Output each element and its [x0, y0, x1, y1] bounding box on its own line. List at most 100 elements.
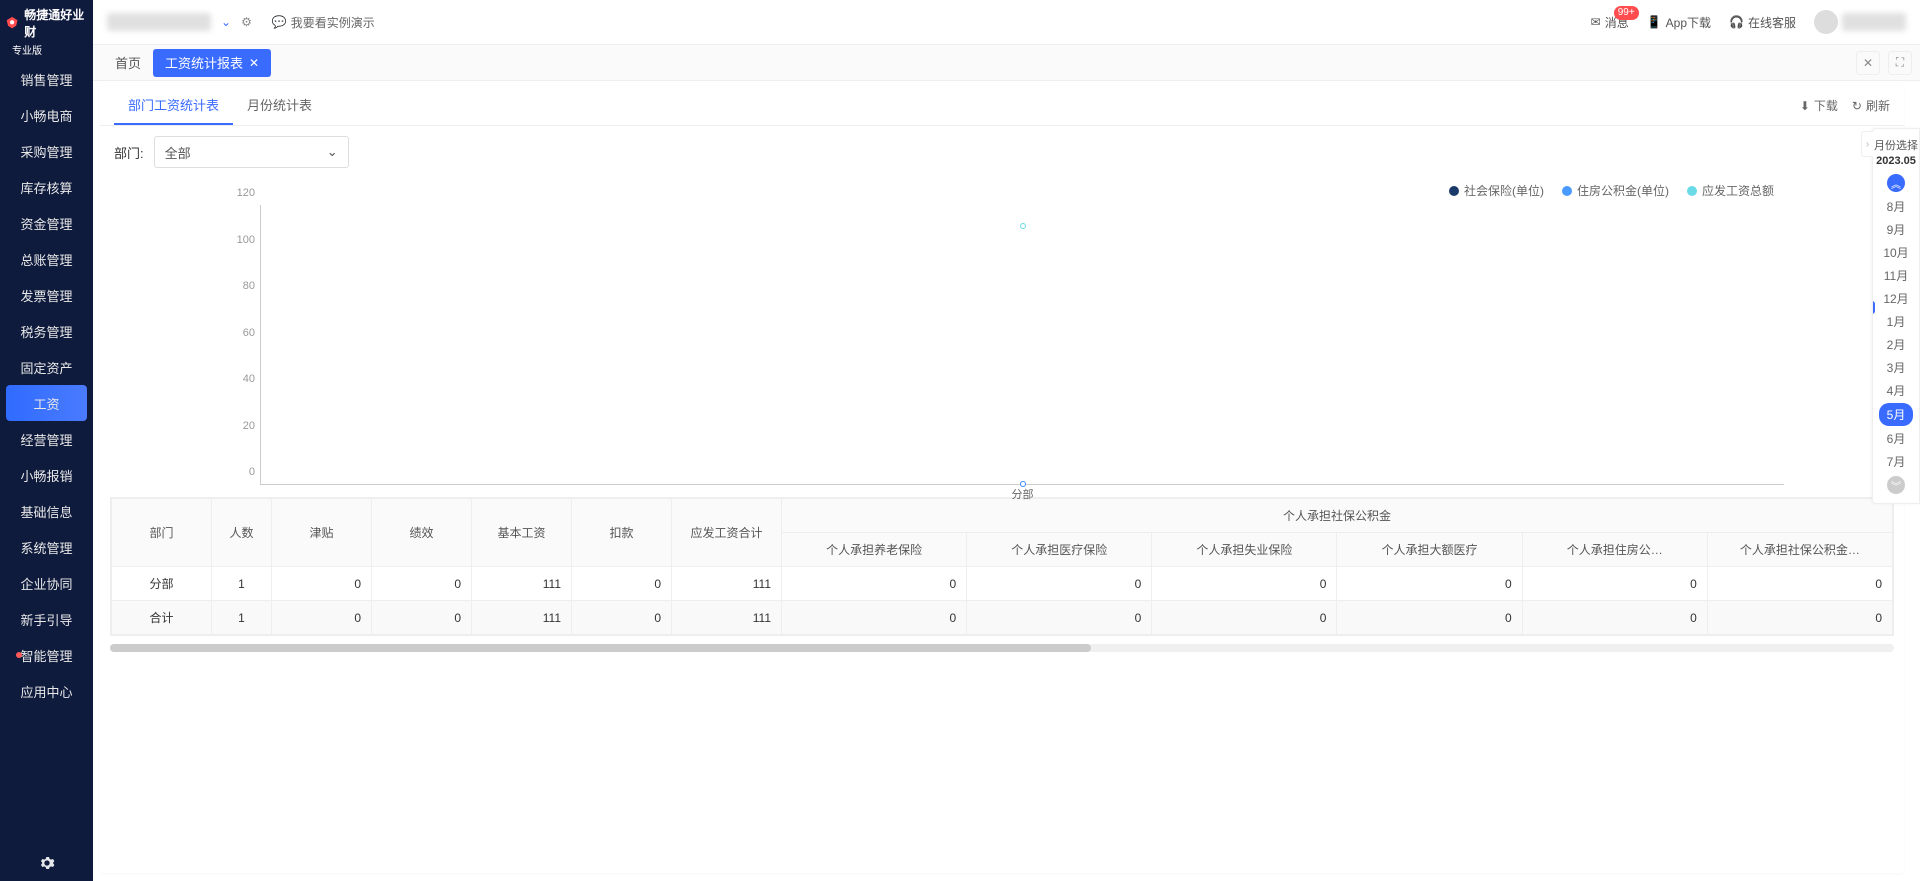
gear-icon[interactable]: ⚙	[241, 15, 252, 29]
month-item[interactable]: 10月	[1873, 241, 1919, 264]
user-menu[interactable]: ——	[1814, 10, 1906, 34]
horizontal-scrollbar[interactable]	[110, 644, 1894, 652]
th-p2: 个人承担医疗保险	[967, 533, 1152, 567]
refresh-icon: ↻	[1852, 99, 1862, 113]
nav-operation[interactable]: 经营管理	[0, 421, 93, 457]
ytick: 0	[225, 466, 255, 478]
month-item[interactable]: 12月	[1873, 287, 1919, 310]
th-p3: 个人承担失业保险	[1152, 533, 1337, 567]
legend-item-gross[interactable]: 应发工资总额	[1687, 182, 1774, 199]
mp-year: 2023.05	[1873, 155, 1919, 171]
table-row: 合计 1 0 0 111 0 111 0 0 0 0 0 0	[112, 601, 1893, 635]
nav-ai[interactable]: 智能管理	[0, 637, 93, 673]
close-all-button[interactable]: ✕	[1856, 51, 1880, 75]
nav-apps[interactable]: 应用中心	[0, 673, 93, 709]
xtick: 分部	[1012, 486, 1034, 502]
nav-ecommerce[interactable]: 小畅电商	[0, 97, 93, 133]
dot-icon	[1562, 186, 1572, 196]
year-badge: 2023	[1873, 301, 1875, 314]
chevron-down-icon: ⌄	[327, 144, 338, 160]
panel-collapse-button[interactable]: ›	[1861, 131, 1873, 157]
month-item[interactable]: 8月	[1873, 195, 1919, 218]
th-count: 人数	[212, 499, 272, 567]
chat-icon: 💬	[272, 15, 287, 29]
dept-label: 部门:	[114, 143, 144, 162]
sidebar: 畅捷通好业财 专业版 销售管理 小畅电商 采购管理 库存核算 资金管理 总账管理…	[0, 0, 93, 881]
msg-badge: 99+	[1614, 6, 1639, 20]
phone-icon: 📱	[1647, 15, 1662, 29]
nav-assets[interactable]: 固定资产	[0, 349, 93, 385]
data-point	[1020, 481, 1026, 487]
fullscreen-button[interactable]: ⛶	[1888, 51, 1912, 75]
th-deduct: 扣款	[572, 499, 672, 567]
sidebar-settings[interactable]	[0, 845, 93, 881]
inner-tabs: 部门工资统计表 月份统计表 ⬇下载 ↻刷新	[100, 86, 1904, 126]
top-actions: ✉ 消息 99+ 📱 App下载 🎧 在线客服 ——	[1591, 10, 1906, 34]
download-button[interactable]: ⬇下载	[1800, 97, 1838, 114]
inner-tab-month[interactable]: 月份统计表	[233, 86, 326, 125]
table-row[interactable]: 分部 1 0 0 111 0 111 0 0 0 0 0 0	[112, 567, 1893, 601]
nav-tax[interactable]: 税务管理	[0, 313, 93, 349]
month-item[interactable]: 9月	[1873, 218, 1919, 241]
nav-guide[interactable]: 新手引导	[0, 601, 93, 637]
ytick: 100	[225, 234, 255, 246]
month-item-selected[interactable]: 5月	[1879, 403, 1913, 426]
month-item[interactable]: 11月	[1873, 264, 1919, 287]
legend-item-fund[interactable]: 住房公积金(单位)	[1562, 182, 1669, 199]
topbar: —— ⌄ ⚙ 💬 我要看实例演示 ✉ 消息 99+ 📱 App下载 🎧 在线客服…	[93, 0, 1920, 45]
content-panel: 部门工资统计表 月份统计表 ⬇下载 ↻刷新 部门: 全部 ⌄ 社会保险(单位) …	[100, 86, 1904, 873]
nav-reimburse[interactable]: 小畅报销	[0, 457, 93, 493]
nav-salary[interactable]: 工资	[6, 385, 87, 421]
ytick: 40	[225, 373, 255, 385]
month-scroll-down[interactable]: ︾	[1873, 473, 1919, 497]
legend-item-insurance[interactable]: 社会保险(单位)	[1449, 182, 1544, 199]
th-social-group: 个人承担社保公积金	[782, 499, 1893, 533]
app-download-button[interactable]: 📱 App下载	[1647, 14, 1711, 31]
tab-salary-report[interactable]: 工资统计报表 ✕	[153, 49, 271, 77]
filter-row: 部门: 全部 ⌄	[100, 126, 1904, 178]
close-icon[interactable]: ✕	[249, 56, 259, 70]
th-gross: 应发工资合计	[672, 499, 782, 567]
nav-collab[interactable]: 企业协同	[0, 565, 93, 601]
tab-home[interactable]: 首页	[103, 49, 153, 77]
nav-funds[interactable]: 资金管理	[0, 205, 93, 241]
month-item[interactable]: 1月	[1873, 310, 1919, 333]
chevron-down-icon: ⌄	[221, 15, 231, 29]
month-item[interactable]: 6月	[1873, 427, 1919, 450]
mp-title: 月份选择	[1873, 135, 1919, 155]
download-icon: ⬇	[1800, 99, 1810, 113]
support-button[interactable]: 🎧 在线客服	[1729, 14, 1796, 31]
month-item[interactable]: 3月	[1873, 356, 1919, 379]
demo-link[interactable]: 💬 我要看实例演示	[272, 14, 375, 31]
tabsbar: 首页 工资统计报表 ✕ ✕ ⛶	[93, 45, 1920, 81]
org-selector[interactable]: —— ⌄ ⚙	[107, 13, 252, 31]
headset-icon: 🎧	[1729, 15, 1744, 29]
username: ——	[1842, 13, 1906, 31]
nav-system[interactable]: 系统管理	[0, 529, 93, 565]
inner-tab-dept[interactable]: 部门工资统计表	[114, 86, 233, 125]
chart-canvas: 0 20 40 60 80 100 120 分部	[260, 205, 1784, 485]
refresh-button[interactable]: ↻刷新	[1852, 97, 1890, 114]
scroll-thumb[interactable]	[110, 644, 1091, 652]
chevron-up-icon: ︽	[1887, 174, 1905, 192]
avatar-icon	[1814, 10, 1838, 34]
nav-sales[interactable]: 销售管理	[0, 61, 93, 97]
dot-icon	[1687, 186, 1697, 196]
dept-select[interactable]: 全部 ⌄	[154, 136, 349, 168]
nav-inventory[interactable]: 库存核算	[0, 169, 93, 205]
th-base: 基本工资	[472, 499, 572, 567]
th-dept: 部门	[112, 499, 212, 567]
nav-basic[interactable]: 基础信息	[0, 493, 93, 529]
ytick: 80	[225, 280, 255, 292]
month-scroll-up[interactable]: ︽	[1873, 171, 1919, 195]
month-item[interactable]: 2月	[1873, 333, 1919, 356]
nav-purchase[interactable]: 采购管理	[0, 133, 93, 169]
nav-ledger[interactable]: 总账管理	[0, 241, 93, 277]
nav-invoice[interactable]: 发票管理	[0, 277, 93, 313]
brand: 畅捷通好业财 专业版	[0, 0, 93, 61]
salary-table: 部门 人数 津贴 绩效 基本工资 扣款 应发工资合计 个人承担社保公积金 个人承…	[110, 497, 1894, 636]
month-item[interactable]: 4月	[1873, 379, 1919, 402]
messages-button[interactable]: ✉ 消息 99+	[1591, 14, 1629, 31]
ytick: 120	[225, 187, 255, 199]
month-item[interactable]: 7月	[1873, 450, 1919, 473]
